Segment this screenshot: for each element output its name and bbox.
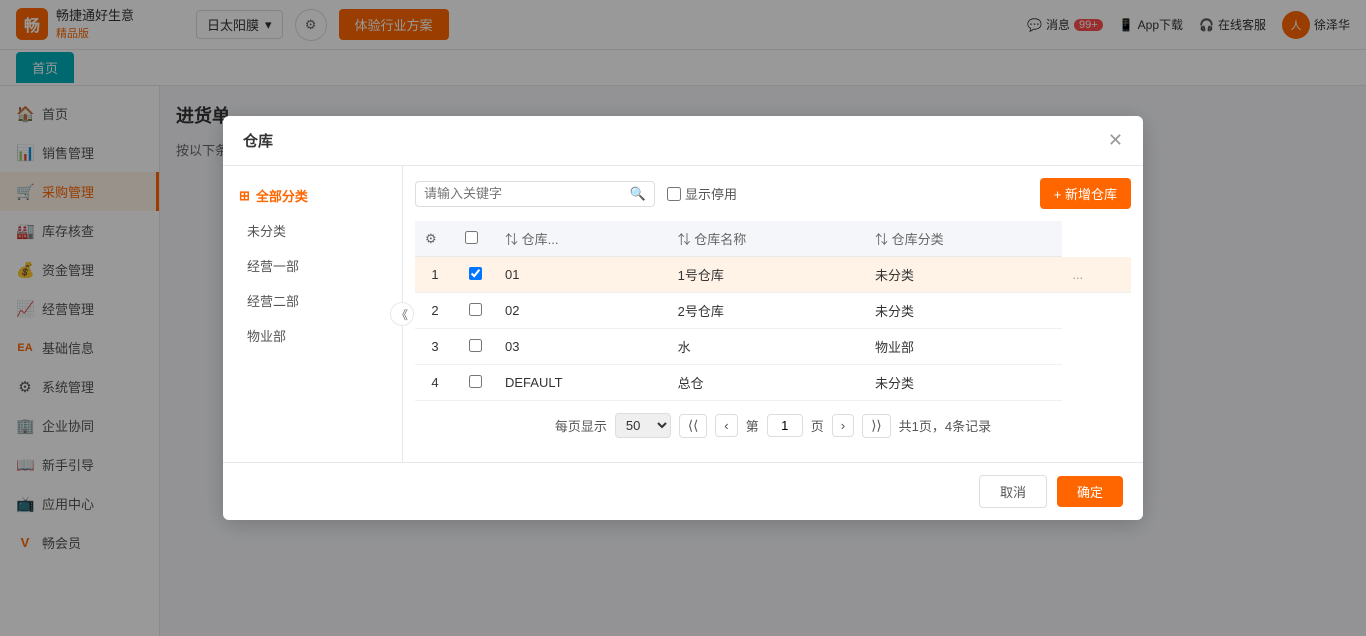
- grid-icon: ⊞: [239, 188, 250, 204]
- add-warehouse-button[interactable]: + 新增仓库: [1040, 178, 1131, 209]
- show-disabled-checkbox[interactable]: [667, 187, 681, 201]
- category-item-property[interactable]: 物业部: [223, 318, 402, 353]
- per-page-label: 每页显示: [555, 416, 607, 435]
- row-name: 1号仓库: [668, 257, 865, 293]
- row-code: 02: [495, 293, 668, 329]
- show-disabled-label[interactable]: 显示停用: [667, 184, 737, 203]
- row-checkbox-cell: [455, 329, 495, 365]
- modal-body: ⊞ 全部分类 未分类 经营一部 经营二部 物业部 《: [223, 166, 1143, 462]
- row-code: 01: [495, 257, 668, 293]
- row-checkbox[interactable]: [469, 375, 482, 388]
- all-categories-item[interactable]: ⊞ 全部分类: [223, 178, 402, 213]
- search-icon[interactable]: 🔍: [630, 186, 646, 202]
- modal-close-button[interactable]: ✕: [1108, 130, 1123, 151]
- modal-header: 仓库 ✕: [223, 116, 1143, 166]
- cancel-button[interactable]: 取消: [979, 475, 1047, 508]
- modal-title: 仓库: [243, 130, 273, 151]
- th-code: ⇅ 仓库...: [495, 221, 668, 257]
- row-actions[interactable]: ...: [1062, 257, 1131, 293]
- row-name: 水: [668, 329, 865, 365]
- row-number: 2: [415, 293, 455, 329]
- row-category: 未分类: [865, 293, 1062, 329]
- next-page-button[interactable]: ›: [832, 414, 854, 437]
- row-checkbox[interactable]: [469, 267, 482, 280]
- row-number: 4: [415, 365, 455, 401]
- all-categories-label: 全部分类: [256, 186, 308, 205]
- category-item-ops1[interactable]: 经营一部: [223, 248, 402, 283]
- row-number: 3: [415, 329, 455, 365]
- th-checkbox: [455, 221, 495, 257]
- warehouse-modal: 仓库 ✕ ⊞ 全部分类 未分类 经营一部 经营二部: [223, 116, 1143, 520]
- page-label-after: 页: [811, 416, 824, 435]
- show-disabled-text: 显示停用: [685, 184, 737, 203]
- table-header-row: ⚙ ⇅ 仓库... ⇅ 仓库名称 ⇅ 仓库分类: [415, 221, 1131, 257]
- row-code: DEFAULT: [495, 365, 668, 401]
- confirm-button[interactable]: 确定: [1057, 476, 1123, 507]
- row-name: 总仓: [668, 365, 865, 401]
- table-row[interactable]: 1 01 1号仓库 未分类 ...: [415, 257, 1131, 293]
- modal-footer: 取消 确定: [223, 462, 1143, 520]
- table-container: ⚙ ⇅ 仓库... ⇅ 仓库名称 ⇅ 仓库分类: [415, 221, 1131, 401]
- category-item-ops2[interactable]: 经营二部: [223, 283, 402, 318]
- row-category: 物业部: [865, 329, 1062, 365]
- table-row[interactable]: 2 02 2号仓库 未分类: [415, 293, 1131, 329]
- select-all-checkbox[interactable]: [465, 231, 478, 244]
- prev-page-button[interactable]: ‹: [715, 414, 737, 437]
- collapse-panel-button[interactable]: 《: [390, 302, 414, 326]
- per-page-select[interactable]: 50 100: [615, 413, 671, 438]
- category-panel: ⊞ 全部分类 未分类 经营一部 经营二部 物业部 《: [223, 166, 403, 462]
- row-checkbox-cell: [455, 293, 495, 329]
- search-input-wrapper: 🔍: [415, 181, 655, 207]
- table-row[interactable]: 3 03 水 物业部: [415, 329, 1131, 365]
- warehouse-table: ⚙ ⇅ 仓库... ⇅ 仓库名称 ⇅ 仓库分类: [415, 221, 1131, 401]
- page-number-input[interactable]: [767, 414, 803, 437]
- row-category: 未分类: [865, 257, 1062, 293]
- row-number: 1: [415, 257, 455, 293]
- last-page-button[interactable]: ⟩⟩: [862, 414, 890, 438]
- row-checkbox-cell: [455, 365, 495, 401]
- row-checkbox-cell: [455, 257, 495, 293]
- th-settings: ⚙: [415, 221, 455, 257]
- row-checkbox[interactable]: [469, 303, 482, 316]
- category-item-unclassified[interactable]: 未分类: [223, 213, 402, 248]
- row-category: 未分类: [865, 365, 1062, 401]
- table-toolbar: 🔍 显示停用 + 新增仓库: [415, 178, 1131, 209]
- row-name: 2号仓库: [668, 293, 865, 329]
- table-body: 1 01 1号仓库 未分类 ... 2 02 2号仓库 未分类 3 03 水 物…: [415, 257, 1131, 401]
- row-code: 03: [495, 329, 668, 365]
- first-page-button[interactable]: ⟨⟨: [679, 414, 707, 438]
- th-name: ⇅ 仓库名称: [668, 221, 865, 257]
- th-category: ⇅ 仓库分类: [865, 221, 1062, 257]
- table-row[interactable]: 4 DEFAULT 总仓 未分类: [415, 365, 1131, 401]
- pagination: 每页显示 50 100 ⟨⟨ ‹ 第 页 › ⟩⟩ 共1页，4条记录: [415, 401, 1131, 450]
- modal-overlay[interactable]: 仓库 ✕ ⊞ 全部分类 未分类 经营一部 经营二部: [0, 0, 1366, 636]
- total-info: 共1页，4条记录: [899, 416, 991, 435]
- page-label-before: 第: [746, 416, 759, 435]
- table-panel: 🔍 显示停用 + 新增仓库 ⚙: [403, 166, 1143, 462]
- search-input[interactable]: [424, 186, 630, 201]
- row-checkbox[interactable]: [469, 339, 482, 352]
